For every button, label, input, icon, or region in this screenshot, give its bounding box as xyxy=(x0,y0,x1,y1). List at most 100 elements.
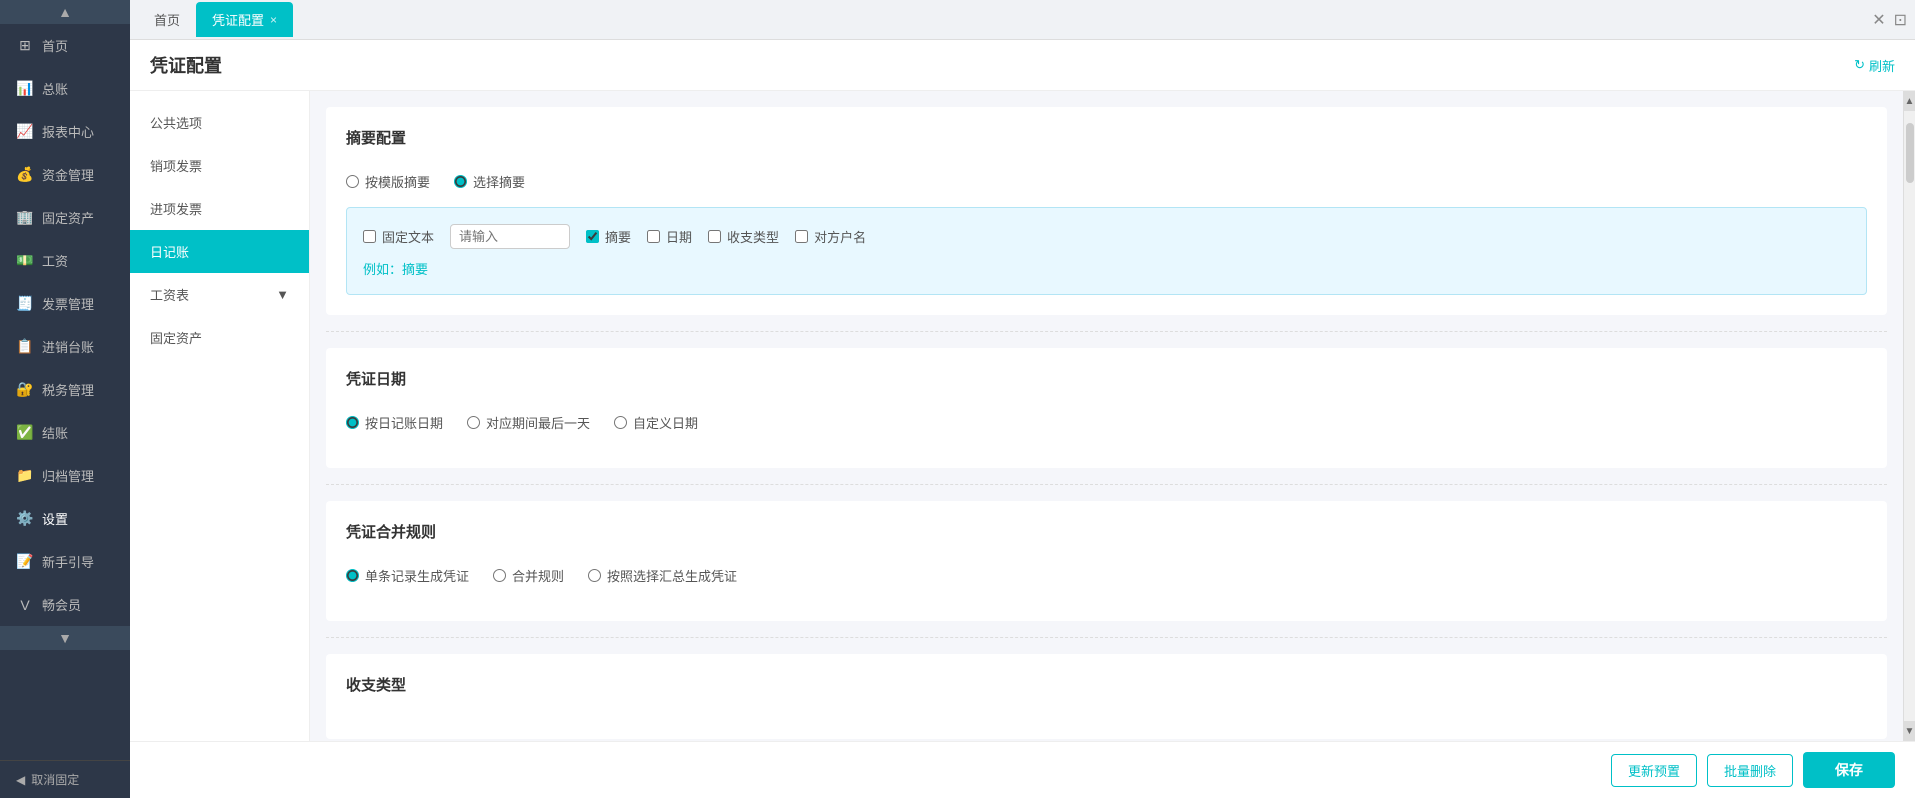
income-type-title: 收支类型 xyxy=(346,674,1867,703)
summary-options-row: 固定文本 摘要 日期 xyxy=(363,224,1850,249)
tab-voucher-config[interactable]: 凭证配置 × xyxy=(196,2,293,37)
divider-2 xyxy=(326,484,1887,485)
sidebar-scroll-up[interactable]: ▲ xyxy=(0,0,130,24)
scroll-thumb[interactable] xyxy=(1906,123,1914,183)
radio-merge-rule[interactable]: 合并规则 xyxy=(493,566,564,585)
sidebar-item-salary[interactable]: 💵 工资 xyxy=(0,239,130,282)
sales-icon: 📋 xyxy=(16,338,34,355)
sidebar-item-member[interactable]: V 畅会员 xyxy=(0,583,130,626)
voucher-date-radio-group: 按日记账日期 对应期间最后一天 自定义日期 xyxy=(346,413,1867,432)
ledger-icon: 📊 xyxy=(16,80,34,97)
summary-config-box: 固定文本 摘要 日期 xyxy=(346,207,1867,295)
radio-select-merge[interactable]: 按照选择汇总生成凭证 xyxy=(588,566,737,585)
sidebar-item-settle[interactable]: ✅ 结账 xyxy=(0,411,130,454)
checkbox-summary[interactable] xyxy=(586,230,599,243)
update-preview-button[interactable]: 更新预置 xyxy=(1611,754,1697,787)
sidebar-item-ledger[interactable]: 📊 总账 xyxy=(0,67,130,110)
sidebar-item-settings[interactable]: ⚙️ 设置 xyxy=(0,497,130,540)
sidebar-item-report[interactable]: 📈 报表中心 xyxy=(0,110,130,153)
batch-delete-button[interactable]: 批量删除 xyxy=(1707,754,1793,787)
fund-icon: 💰 xyxy=(16,166,34,183)
window-controls: ✕ ⊡ xyxy=(1872,10,1907,30)
checkbox-summary-label[interactable]: 摘要 xyxy=(586,227,631,246)
sidebar: ▲ ⊞ 首页 📊 总账 📈 报表中心 💰 资金管理 🏢 固定资产 💵 工资 🧾 … xyxy=(0,0,130,798)
bottom-action-bar: 更新预置 批量删除 保存 xyxy=(130,741,1915,798)
summary-config-section: 摘要配置 按模版摘要 选择摘要 xyxy=(326,107,1887,315)
sidebar-item-tax[interactable]: 🔐 税务管理 xyxy=(0,368,130,411)
sidebar-item-sales[interactable]: 📋 进销台账 xyxy=(0,325,130,368)
nav-item-input-invoice[interactable]: 进项发票 xyxy=(130,187,309,230)
nav-item-fixed-assets[interactable]: 固定资产 xyxy=(130,316,309,359)
salary-icon: 💵 xyxy=(16,252,34,269)
sidebar-item-guide[interactable]: 📝 新手引导 xyxy=(0,540,130,583)
nav-item-sales-invoice[interactable]: 销项发票 xyxy=(130,144,309,187)
summary-radio-group: 按模版摘要 选择摘要 xyxy=(346,172,1867,191)
radio-last-day[interactable]: 对应期间最后一天 xyxy=(467,413,590,432)
sidebar-item-assets[interactable]: 🏢 固定资产 xyxy=(0,196,130,239)
nav-item-public[interactable]: 公共选项 xyxy=(130,101,309,144)
checkbox-counterparty[interactable] xyxy=(795,230,808,243)
sidebar-unpin-button[interactable]: ◀ 取消固定 xyxy=(0,760,130,798)
main-area: 首页 凭证配置 × ✕ ⊡ 凭证配置 ↻ 刷新 公共选项 xyxy=(130,0,1915,798)
home-icon: ⊞ xyxy=(16,37,34,54)
invoice-icon: 🧾 xyxy=(16,295,34,312)
checkbox-fixed-text[interactable] xyxy=(363,230,376,243)
close-window-button[interactable]: ✕ xyxy=(1872,10,1885,30)
tab-home[interactable]: 首页 xyxy=(138,2,196,37)
refresh-icon: ↻ xyxy=(1854,57,1865,73)
nav-item-journal[interactable]: 日记账 xyxy=(130,230,309,273)
sidebar-item-invoice[interactable]: 🧾 发票管理 xyxy=(0,282,130,325)
radio-select-summary[interactable]: 选择摘要 xyxy=(454,172,525,191)
radio-select-summary-input[interactable] xyxy=(454,175,467,188)
radio-custom-date-input[interactable] xyxy=(614,416,627,429)
archive-icon: 📁 xyxy=(16,467,34,484)
radio-single-record-input[interactable] xyxy=(346,569,359,582)
divider-3 xyxy=(326,637,1887,638)
guide-icon: 📝 xyxy=(16,553,34,570)
scroll-up-button[interactable]: ▲ xyxy=(1904,91,1915,111)
radio-custom-date[interactable]: 自定义日期 xyxy=(614,413,698,432)
merge-rules-radio-group: 单条记录生成凭证 合并规则 按照选择汇总生成凭证 xyxy=(346,566,1867,585)
page-title: 凭证配置 xyxy=(150,52,222,78)
refresh-button[interactable]: ↻ 刷新 xyxy=(1854,56,1895,75)
nav-item-payroll[interactable]: 工资表 ▼ xyxy=(130,273,309,316)
save-button[interactable]: 保存 xyxy=(1803,752,1895,788)
income-type-section: 收支类型 xyxy=(326,654,1887,739)
sidebar-item-home[interactable]: ⊞ 首页 xyxy=(0,24,130,67)
checkbox-payment-type[interactable] xyxy=(708,230,721,243)
divider-1 xyxy=(326,331,1887,332)
voucher-date-section: 凭证日期 按日记账日期 对应期间最后一天 自定义日期 xyxy=(326,348,1887,468)
sidebar-item-archive[interactable]: 📁 归档管理 xyxy=(0,454,130,497)
right-content: 摘要配置 按模版摘要 选择摘要 xyxy=(310,91,1903,741)
left-nav: 公共选项 销项发票 进项发票 日记账 工资表 ▼ 固定资产 xyxy=(130,91,310,741)
radio-template-summary[interactable]: 按模版摘要 xyxy=(346,172,430,191)
member-icon: V xyxy=(16,597,34,613)
radio-journal-date-input[interactable] xyxy=(346,416,359,429)
radio-last-day-input[interactable] xyxy=(467,416,480,429)
outer-scrollbar: ▲ ▼ xyxy=(1903,91,1915,741)
restore-window-button[interactable]: ⊡ xyxy=(1894,10,1907,30)
radio-select-merge-input[interactable] xyxy=(588,569,601,582)
checkbox-fixed-text-label[interactable]: 固定文本 xyxy=(363,227,434,246)
scroll-down-button[interactable]: ▼ xyxy=(1904,721,1915,741)
pin-icon: ◀ xyxy=(16,773,25,787)
assets-icon: 🏢 xyxy=(16,209,34,226)
fixed-text-input[interactable] xyxy=(450,224,570,249)
radio-merge-rule-input[interactable] xyxy=(493,569,506,582)
sidebar-item-fund[interactable]: 💰 资金管理 xyxy=(0,153,130,196)
checkbox-payment-type-label[interactable]: 收支类型 xyxy=(708,227,779,246)
radio-template-summary-input[interactable] xyxy=(346,175,359,188)
tab-close-button[interactable]: × xyxy=(270,13,277,27)
voucher-date-title: 凭证日期 xyxy=(346,368,1867,397)
content-layout: 公共选项 销项发票 进项发票 日记账 工资表 ▼ 固定资产 xyxy=(130,91,1915,741)
radio-journal-date[interactable]: 按日记账日期 xyxy=(346,413,443,432)
radio-single-record[interactable]: 单条记录生成凭证 xyxy=(346,566,469,585)
checkbox-counterparty-label[interactable]: 对方户名 xyxy=(795,227,866,246)
scroll-track xyxy=(1904,111,1915,721)
tab-bar: 首页 凭证配置 × ✕ ⊡ xyxy=(130,0,1915,40)
checkbox-date[interactable] xyxy=(647,230,660,243)
checkbox-date-label[interactable]: 日期 xyxy=(647,227,692,246)
settings-icon: ⚙️ xyxy=(16,510,34,527)
sidebar-scroll-down[interactable]: ▼ xyxy=(0,626,130,650)
page-header: 凭证配置 ↻ 刷新 xyxy=(130,40,1915,91)
